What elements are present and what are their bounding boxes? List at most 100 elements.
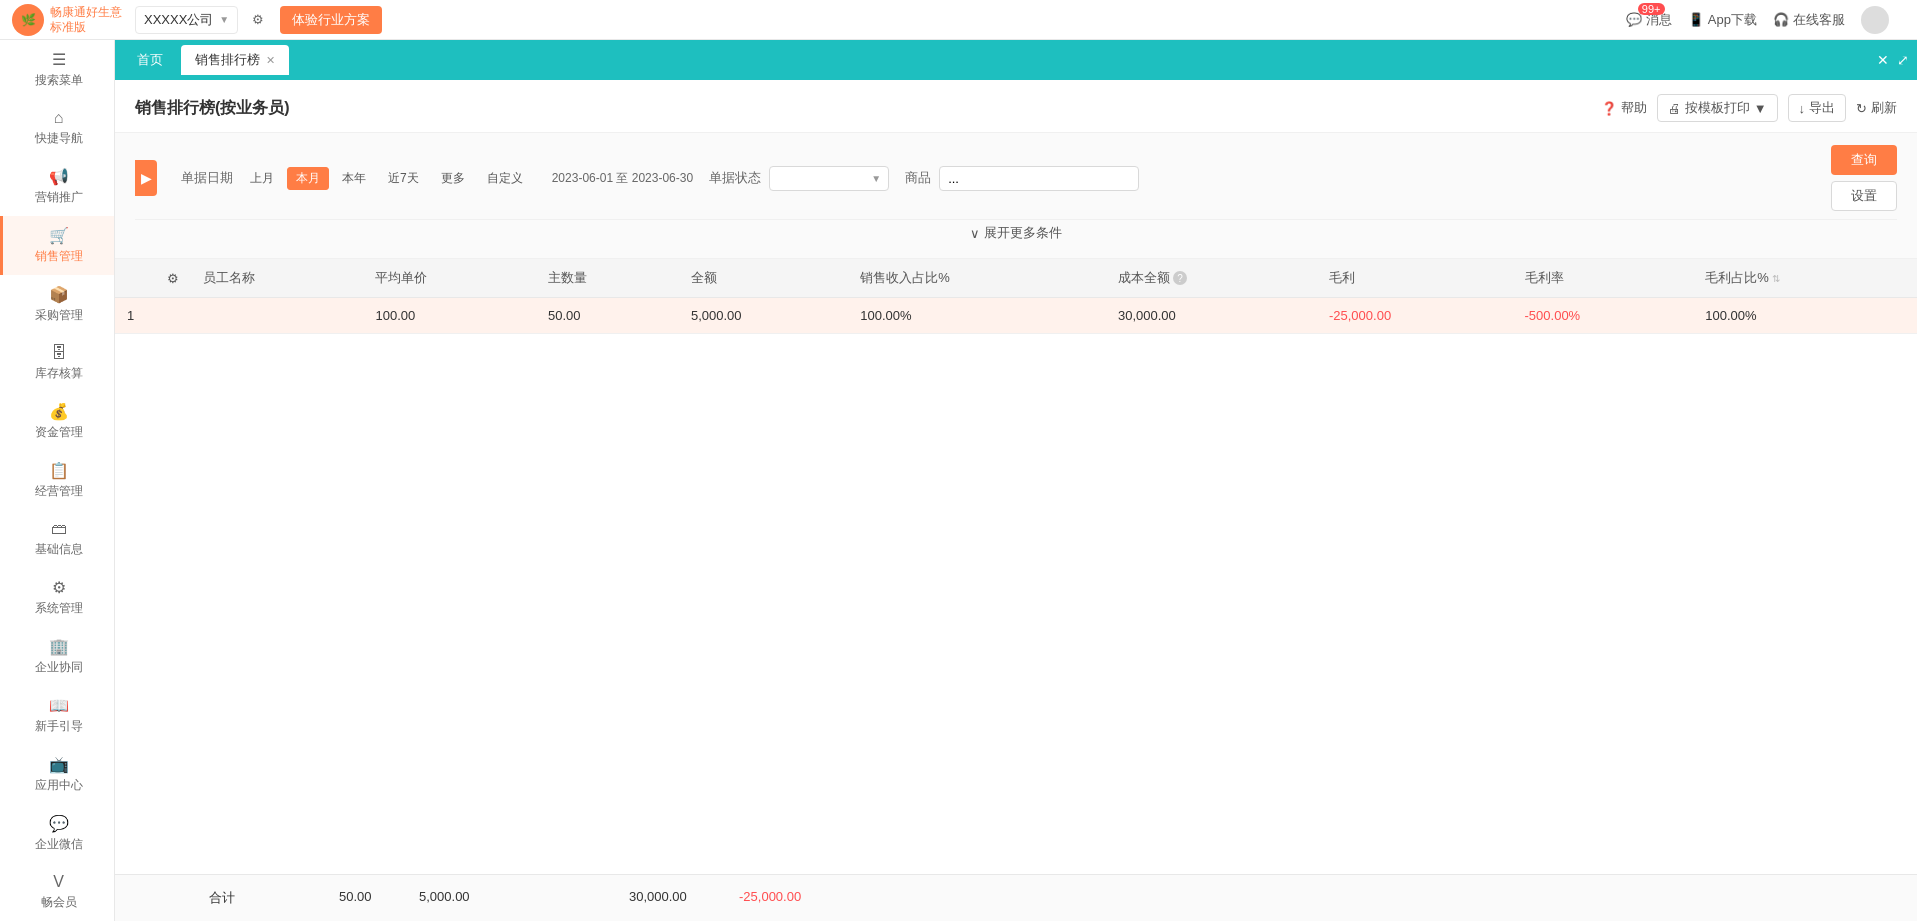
filter-arrow-button[interactable]: ▶ (135, 160, 157, 196)
cell-sales-pct: 100.00% (848, 298, 1106, 334)
date-btn-last-month[interactable]: 上月 (241, 167, 283, 190)
help-icon: ❓ (1601, 101, 1617, 116)
expand-filters-button[interactable]: ∨ 展开更多条件 (970, 224, 1062, 242)
trial-button[interactable]: 体验行业方案 (280, 6, 382, 34)
date-btn-this-year[interactable]: 本年 (333, 167, 375, 190)
wechat-icon: 💬 (49, 814, 69, 833)
date-btn-this-month[interactable]: 本月 (287, 167, 329, 190)
export-button[interactable]: ↓ 导出 (1788, 94, 1847, 122)
th-cost: 成本全额 ? (1106, 259, 1317, 298)
tab-maximize-icon[interactable]: ⤢ (1897, 52, 1909, 68)
tab-bar-right: ✕ ⤢ (1877, 52, 1909, 68)
th-settings[interactable]: ⚙ (155, 259, 191, 298)
cell-employee (191, 298, 363, 334)
goods-input[interactable] (939, 166, 1139, 191)
sidebar-item-purchase[interactable]: 📦 采购管理 (0, 275, 114, 334)
tab-home[interactable]: 首页 (123, 45, 177, 75)
tab-sales-rank[interactable]: 销售排行榜 ✕ (181, 45, 289, 75)
table-row: 1 100.00 50.00 (115, 298, 1917, 334)
export-icon: ↓ (1799, 101, 1806, 116)
message-button[interactable]: 💬 消息 99+ (1626, 11, 1672, 29)
cell-rank: 1 (115, 298, 155, 334)
app-download-button[interactable]: 📱 App下载 (1688, 11, 1757, 29)
headset-icon: 🎧 (1773, 12, 1789, 27)
inventory-icon: 🗄 (51, 344, 67, 362)
sidebar-item-finance[interactable]: 💰 资金管理 (0, 392, 114, 451)
sidebar-item-search[interactable]: ☰ 搜索菜单 (0, 40, 114, 99)
th-gross: 毛利 (1317, 259, 1513, 298)
tab-bar: 首页 销售排行榜 ✕ ✕ ⤢ (115, 40, 1917, 80)
home-icon: ⌂ (54, 109, 64, 127)
filter-row-1: ▶ 单据日期 上月 本月 本年 近7天 更多 自定义 (135, 145, 1897, 211)
sidebar-item-enterprise[interactable]: 🏢 企业协同 (0, 627, 114, 686)
member-icon: V (53, 873, 64, 891)
marketing-icon: 📢 (49, 167, 69, 186)
cost-info-icon[interactable]: ? (1173, 271, 1187, 285)
table-area: ⚙ 员工名称 平均单价 主数量 全额 (115, 259, 1917, 874)
th-amount: 全额 (679, 259, 848, 298)
settings-small-button[interactable]: 设置 (1831, 181, 1897, 211)
date-range-display: 2023-06-01 至 2023-06-30 (552, 170, 693, 187)
logo-icon: 🌿 (12, 4, 44, 36)
sort-icon[interactable]: ⇅ (1772, 273, 1780, 284)
appcenter-icon: 📺 (49, 755, 69, 774)
sidebar-item-system[interactable]: ⚙ 系统管理 (0, 568, 114, 627)
help-button[interactable]: ❓ 帮助 (1601, 99, 1647, 117)
footer-total-label: 合计 (197, 885, 247, 911)
th-employee: 员工名称 (191, 259, 363, 298)
sidebar-item-appcenter[interactable]: 📺 应用中心 (0, 745, 114, 804)
company-selector[interactable]: XXXXX公司 ▼ (135, 6, 238, 34)
sidebar-item-basicinfo[interactable]: 🗃 基础信息 (0, 510, 114, 568)
sidebar-item-guide[interactable]: 📖 新手引导 (0, 686, 114, 745)
cell-settings (155, 298, 191, 334)
sidebar-item-sales[interactable]: 🛒 销售管理 (0, 216, 114, 275)
date-btn-7days[interactable]: 近7天 (379, 167, 428, 190)
logo-text: 畅康通好生意 标准版 (50, 5, 122, 34)
data-table: ⚙ 员工名称 平均单价 主数量 全额 (115, 259, 1917, 334)
footer-main-qty: 50.00 (327, 885, 407, 911)
table-footer: 合计 50.00 5,000.00 30,000.00 -25,000.00 (115, 874, 1917, 921)
sidebar-item-member[interactable]: V 畅会员 (0, 863, 114, 921)
basicinfo-icon: 🗃 (51, 520, 67, 538)
th-gross-rate: 毛利率 (1513, 259, 1694, 298)
cell-amount: 5,000.00 (679, 298, 848, 334)
logo: 🌿 畅康通好生意 标准版 (12, 4, 127, 36)
system-icon: ⚙ (52, 578, 66, 597)
tab-close-icon[interactable]: ✕ (266, 54, 275, 67)
settings-icon[interactable]: ⚙ (244, 6, 272, 34)
filter-collapse-row: ∨ 展开更多条件 (135, 219, 1897, 246)
tab-close-all-icon[interactable]: ✕ (1877, 52, 1889, 68)
status-select[interactable] (769, 166, 889, 191)
th-rank (115, 259, 155, 298)
query-button[interactable]: 查询 (1831, 145, 1897, 175)
filter-area: ▶ 单据日期 上月 本月 本年 近7天 更多 自定义 (115, 133, 1917, 259)
date-label: 单据日期 (181, 169, 233, 187)
page-content: 销售排行榜(按业务员) ❓ 帮助 🖨 按模板打印 ▼ ↓ 导出 (115, 80, 1917, 921)
top-bar-right: 💬 消息 99+ 📱 App下载 🎧 在线客服 (1626, 6, 1905, 34)
cell-cost: 30,000.00 (1106, 298, 1317, 334)
search-icon: ☰ (52, 50, 66, 69)
sidebar-item-quicknav[interactable]: ⌂ 快捷导航 (0, 99, 114, 157)
sidebar: ☰ 搜索菜单 ⌂ 快捷导航 📢 营销推广 🛒 销售管理 📦 采购管理 🗄 库存核… (0, 40, 115, 921)
th-main-qty: 主数量 (536, 259, 679, 298)
sidebar-item-inventory[interactable]: 🗄 库存核算 (0, 334, 114, 392)
print-chevron-icon: ▼ (1754, 101, 1767, 116)
company-name: XXXXX公司 (144, 11, 213, 29)
online-service-button[interactable]: 🎧 在线客服 (1773, 11, 1845, 29)
sidebar-item-operation[interactable]: 📋 经营管理 (0, 451, 114, 510)
status-filter-group: 单据状态 (709, 166, 889, 191)
avatar[interactable] (1861, 6, 1889, 34)
date-btn-more[interactable]: 更多 (432, 167, 474, 190)
th-sales-pct: 销售收入占比% (848, 259, 1106, 298)
th-gross-pct: 毛利占比% ⇅ (1693, 259, 1917, 298)
print-button[interactable]: 🖨 按模板打印 ▼ (1657, 94, 1778, 122)
page-header: 销售排行榜(按业务员) ❓ 帮助 🖨 按模板打印 ▼ ↓ 导出 (115, 80, 1917, 133)
operation-icon: 📋 (49, 461, 69, 480)
sidebar-item-wechat[interactable]: 💬 企业微信 (0, 804, 114, 863)
purchase-icon: 📦 (49, 285, 69, 304)
refresh-button[interactable]: ↻ 刷新 (1856, 99, 1897, 117)
date-btn-custom[interactable]: 自定义 (478, 167, 532, 190)
sidebar-item-marketing[interactable]: 📢 营销推广 (0, 157, 114, 216)
th-avg-price: 平均单价 (363, 259, 535, 298)
table-body: 1 100.00 50.00 (115, 298, 1917, 334)
